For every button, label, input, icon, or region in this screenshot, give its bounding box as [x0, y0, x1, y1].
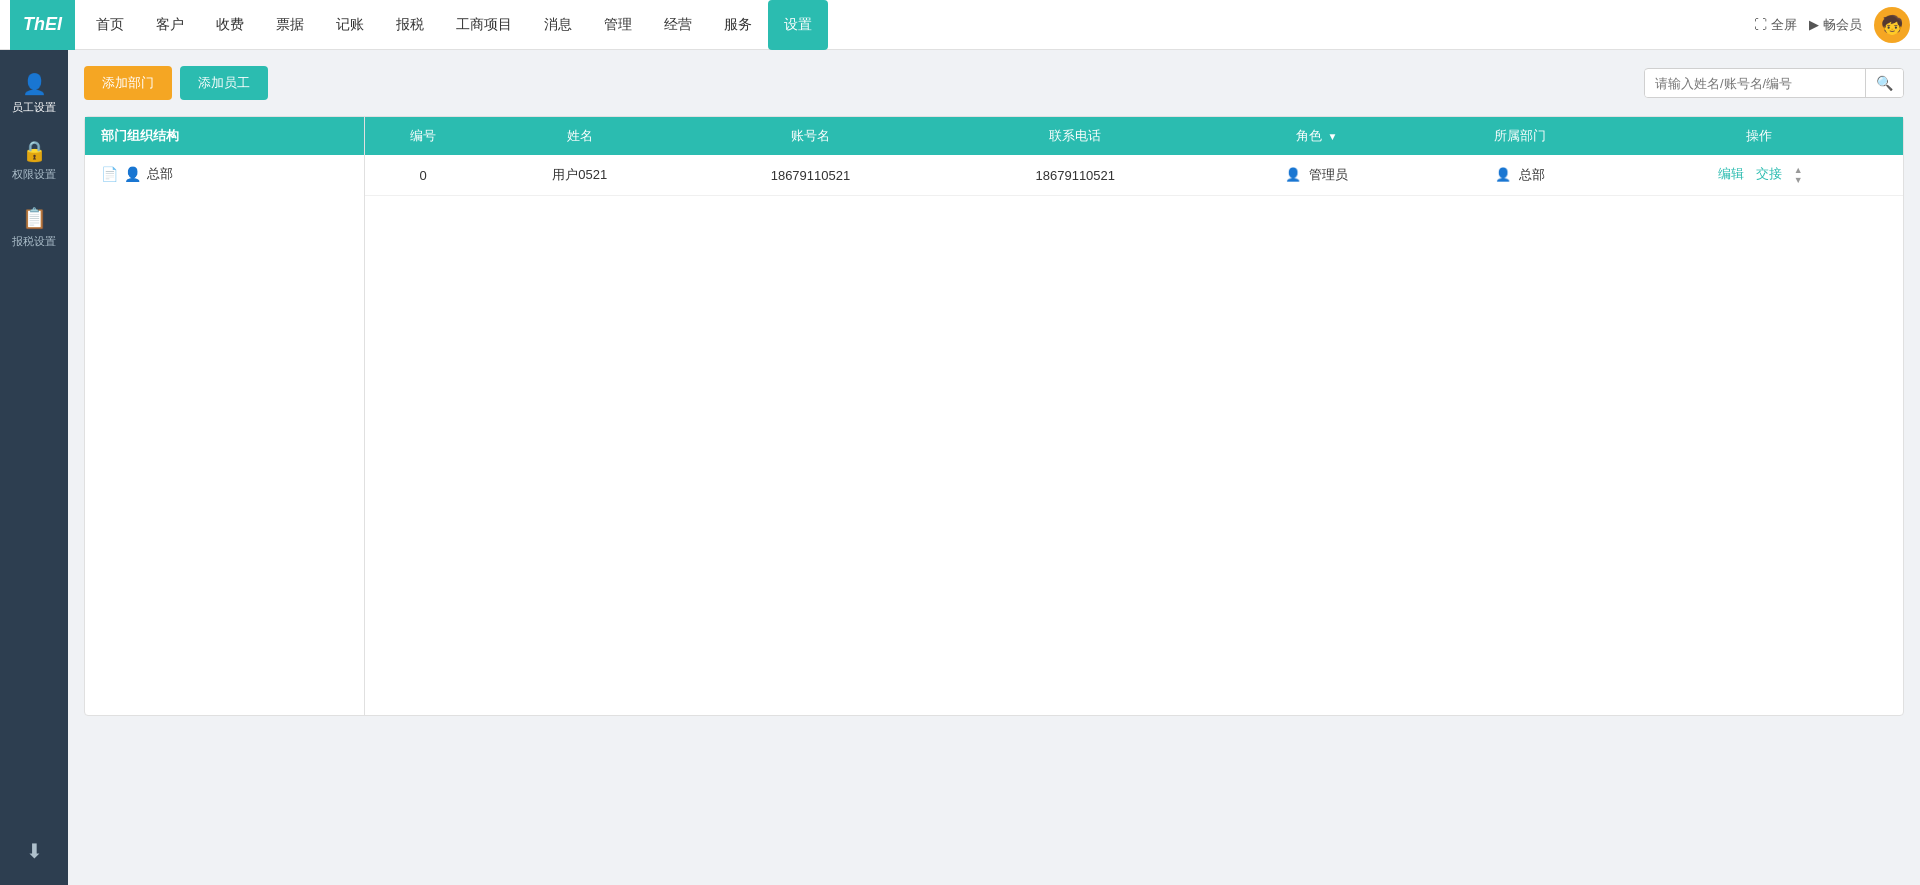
- sidebar-item-权限设置[interactable]: 🔒 权限设置: [0, 127, 68, 194]
- nav-items: 首页客户收费票据记账报税工商项目消息管理经营服务设置: [80, 0, 1754, 50]
- download-icon: ⬇: [26, 839, 43, 863]
- logo: ThEI: [10, 0, 75, 50]
- col-header-role: 角色 ▼: [1208, 117, 1426, 155]
- member-icon: ▶: [1809, 17, 1819, 32]
- fullscreen-button[interactable]: ⛶ 全屏: [1754, 16, 1797, 34]
- nav-item-收费[interactable]: 收费: [200, 0, 260, 50]
- role-filter-icon[interactable]: ▼: [1328, 131, 1338, 142]
- user-icon: 👤: [124, 166, 141, 182]
- table-body: 0 用户0521 18679110521 18679110521: [365, 155, 1903, 196]
- layout: 👤 员工设置 🔒 权限设置 📋 报税设置 ⬇ 添加部门 添加员工 🔍: [0, 50, 1920, 885]
- col-header-dept: 所属部门: [1426, 117, 1615, 155]
- sidebar-item-报税设置[interactable]: 📋 报税设置: [0, 194, 68, 261]
- nav-item-经营[interactable]: 经营: [648, 0, 708, 50]
- col-header-action: 操作: [1614, 117, 1903, 155]
- col-header-name: 姓名: [481, 117, 678, 155]
- cell-role: 👤 管理员: [1208, 155, 1426, 196]
- search-button[interactable]: 🔍: [1865, 69, 1903, 97]
- col-header-id: 编号: [365, 117, 481, 155]
- nav-item-工商项目[interactable]: 工商项目: [440, 0, 528, 50]
- sidebar-icon: 🔒: [22, 139, 47, 163]
- sidebar-item-download[interactable]: ⬇: [26, 827, 43, 875]
- table-head: 编号 姓名 账号名 联系电话 角: [365, 117, 1903, 155]
- avatar[interactable]: 🧒: [1874, 7, 1910, 43]
- nav-item-管理[interactable]: 管理: [588, 0, 648, 50]
- cell-phone: 18679110521: [943, 155, 1208, 196]
- member-button[interactable]: ▶ 畅会员: [1809, 16, 1862, 34]
- edit-link[interactable]: 编辑: [1718, 166, 1744, 181]
- tree-item-root[interactable]: 📄 👤 总部: [85, 155, 364, 193]
- sidebar-icon: 📋: [22, 206, 47, 230]
- cell-dept: 👤 总部: [1426, 155, 1615, 196]
- search-box: 🔍: [1644, 68, 1904, 98]
- sidebar-item-label: 权限设置: [12, 167, 56, 182]
- tree-panel: 部门组织结构 📄 👤 总部: [85, 117, 365, 715]
- nav-item-首页[interactable]: 首页: [80, 0, 140, 50]
- sidebar-icon: 👤: [22, 72, 47, 96]
- nav-item-消息[interactable]: 消息: [528, 0, 588, 50]
- scroll-arrows: ▲ ▼: [1794, 165, 1803, 185]
- cell-action: 编辑 交接 ▲ ▼: [1614, 155, 1903, 196]
- sidebar: 👤 员工设置 🔒 权限设置 📋 报税设置 ⬇: [0, 50, 68, 885]
- top-nav: ThEI 首页客户收费票据记账报税工商项目消息管理经营服务设置 ⛶ 全屏 ▶ 畅…: [0, 0, 1920, 50]
- sidebar-item-员工设置[interactable]: 👤 员工设置: [0, 60, 68, 127]
- dept-user-icon: 👤: [1495, 167, 1511, 182]
- fullscreen-icon: ⛶: [1754, 17, 1767, 32]
- content-panel: 部门组织结构 📄 👤 总部 编号: [84, 116, 1904, 716]
- toolbar: 添加部门 添加员工 🔍: [84, 66, 1904, 100]
- col-header-phone: 联系电话: [943, 117, 1208, 155]
- add-dept-button[interactable]: 添加部门: [84, 66, 172, 100]
- sidebar-item-label: 员工设置: [12, 100, 56, 115]
- search-icon: 🔍: [1876, 75, 1893, 91]
- nav-item-记账[interactable]: 记账: [320, 0, 380, 50]
- nav-item-报税[interactable]: 报税: [380, 0, 440, 50]
- col-header-account: 账号名: [678, 117, 943, 155]
- main-content: 添加部门 添加员工 🔍 部门组织结构 📄 👤 总部: [68, 50, 1920, 885]
- nav-item-票据[interactable]: 票据: [260, 0, 320, 50]
- nav-item-设置[interactable]: 设置: [768, 0, 828, 50]
- add-employee-button[interactable]: 添加员工: [180, 66, 268, 100]
- employee-table: 编号 姓名 账号名 联系电话 角: [365, 117, 1903, 196]
- cell-name: 用户0521: [481, 155, 678, 196]
- nav-right: ⛶ 全屏 ▶ 畅会员 🧒: [1754, 7, 1910, 43]
- file-icon: 📄: [101, 166, 118, 182]
- cell-account: 18679110521: [678, 155, 943, 196]
- nav-item-客户[interactable]: 客户: [140, 0, 200, 50]
- search-input[interactable]: [1645, 70, 1865, 97]
- tree-header: 部门组织结构: [85, 117, 364, 155]
- sidebar-item-label: 报税设置: [12, 234, 56, 249]
- table-row: 0 用户0521 18679110521 18679110521: [365, 155, 1903, 196]
- cell-id: 0: [365, 155, 481, 196]
- table-panel: 编号 姓名 账号名 联系电话 角: [365, 117, 1903, 715]
- role-user-icon: 👤: [1285, 167, 1301, 182]
- nav-item-服务[interactable]: 服务: [708, 0, 768, 50]
- sidebar-bottom: ⬇: [26, 827, 43, 885]
- transfer-link[interactable]: 交接: [1756, 166, 1782, 181]
